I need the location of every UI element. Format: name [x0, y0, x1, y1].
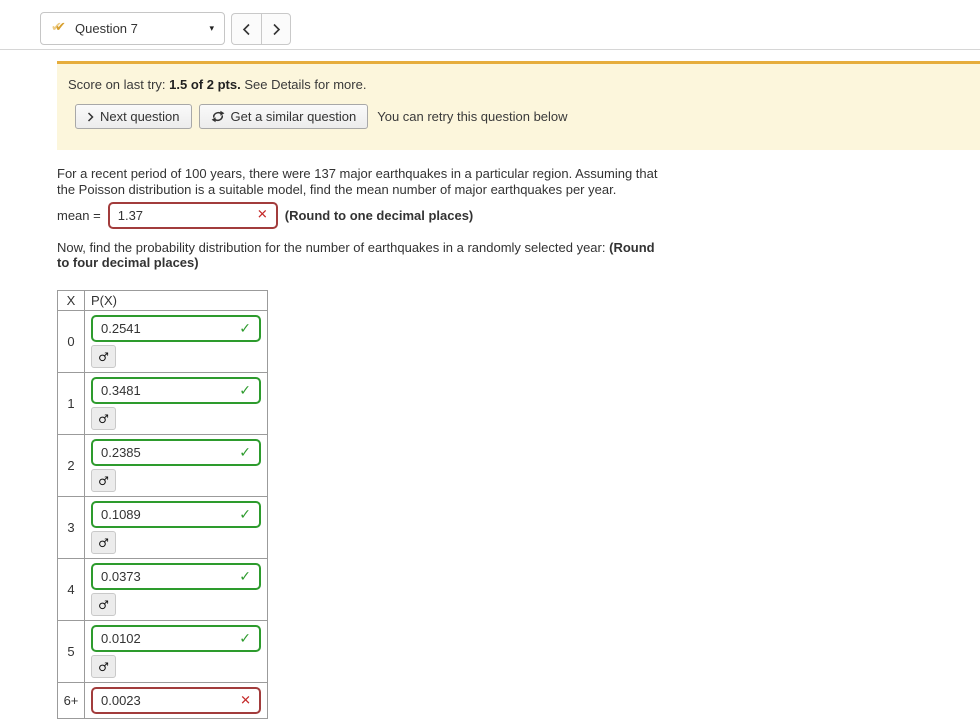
table-row: 3 ✓ ♂ [57, 496, 268, 560]
probability-input[interactable] [93, 693, 259, 709]
key-icon: ♂ [98, 349, 109, 364]
x-value: 6+ [57, 682, 85, 720]
key-icon: ♂ [98, 597, 109, 612]
x-value: 0 [57, 310, 85, 374]
probability-answer-box: ✓ [91, 625, 261, 653]
part2-text: Now, find the probability distribution f… [57, 239, 606, 255]
probability-table: X P(X) 0 ✓ ♂ 1 ✓ ♂ 2 ✓ ♂ 3 ✓ ♂ 4 ✓ ♂ 5 ✓ ♂ 6+ ✕ [57, 290, 268, 720]
key-icon: ♂ [98, 411, 109, 426]
chevron-right-icon [272, 23, 280, 35]
x-value: 4 [57, 558, 85, 622]
question-navigation-bar: ✔ ✔ Question 7 ▾ [0, 0, 980, 50]
key-button[interactable]: ♂ [91, 407, 116, 431]
table-row: 1 ✓ ♂ [57, 372, 268, 436]
chevron-right-icon [87, 111, 94, 122]
question-intro: For a recent period of 100 years, there … [57, 166, 658, 197]
probability-answer-box: ✓ [91, 501, 261, 529]
x-value: 3 [57, 496, 85, 560]
table-row: 4 ✓ ♂ [57, 558, 268, 622]
probability-answer-box: ✓ [91, 439, 261, 467]
probability-answer-box: ✓ [91, 315, 261, 343]
correct-check-icon: ✓ [239, 320, 251, 337]
score-value: 1.5 of 2 pts. [169, 77, 241, 92]
retry-text: You can retry this question below [377, 109, 568, 124]
key-icon: ♂ [98, 473, 109, 488]
key-button[interactable]: ♂ [91, 469, 116, 493]
probability-input[interactable] [93, 569, 259, 585]
quiz-page: ✔ ✔ Question 7 ▾ Score on last try: 1.5 o… [0, 0, 980, 722]
banner-actions: Next question Get a similar question You… [75, 104, 980, 129]
chevron-left-icon [242, 23, 250, 35]
probability-input[interactable] [93, 631, 259, 647]
key-icon: ♂ [98, 659, 109, 674]
question-part2: Now, find the probability distribution f… [57, 240, 757, 272]
next-question-arrow-button[interactable] [261, 13, 291, 45]
correct-check-icon: ✓ [239, 506, 251, 523]
probability-input[interactable] [93, 321, 259, 337]
probability-answer-box: ✓ [91, 563, 261, 591]
question-selector-label: Question 7 [75, 21, 138, 36]
score-text: Score on last try: 1.5 of 2 pts. See Det… [68, 77, 980, 92]
probability-answer-box: ✕ [91, 687, 261, 715]
key-button[interactable]: ♂ [91, 655, 116, 679]
probability-input[interactable] [93, 507, 259, 523]
mean-label: mean = [57, 207, 101, 223]
x-value: 5 [57, 620, 85, 684]
column-header-px: P(X) [84, 290, 268, 312]
mean-input[interactable] [109, 207, 276, 223]
incorrect-x-icon: ✕ [240, 693, 251, 709]
table-row: 0 ✓ ♂ [57, 310, 268, 374]
correct-check-icon: ✓ [239, 630, 251, 647]
get-similar-question-label: Get a similar question [230, 109, 357, 124]
score-prefix: Score on last try: [68, 77, 166, 92]
mean-rounding-hint: (Round to one decimal places) [284, 207, 474, 223]
table-header-row: X P(X) [57, 290, 268, 312]
key-button[interactable]: ♂ [91, 593, 116, 617]
question-nav-button-group [231, 13, 291, 45]
correct-check-icon: ✓ [239, 568, 251, 585]
question-selector-dropdown[interactable]: ✔ ✔ Question 7 ▾ [40, 12, 225, 45]
double-check-icon: ✔ ✔ [51, 20, 66, 35]
x-value: 2 [57, 434, 85, 498]
score-banner: Score on last try: 1.5 of 2 pts. See Det… [57, 61, 980, 150]
table-row: 5 ✓ ♂ [57, 620, 268, 684]
refresh-icon [211, 110, 224, 123]
table-row: 2 ✓ ♂ [57, 434, 268, 498]
table-row: 6+ ✕ [57, 682, 268, 720]
correct-check-icon: ✓ [239, 382, 251, 399]
mean-answer-row: mean = ✕ (Round to one decimal places) [57, 200, 757, 231]
chevron-down-icon: ▾ [209, 23, 214, 33]
x-value: 1 [57, 372, 85, 436]
mean-answer-box: ✕ [107, 201, 278, 229]
column-header-x: X [57, 290, 85, 312]
probability-input[interactable] [93, 383, 259, 399]
incorrect-x-icon: ✕ [256, 207, 268, 223]
score-suffix: See Details for more. [244, 77, 367, 92]
next-question-button[interactable]: Next question [75, 104, 192, 129]
question-body: For a recent period of 100 years, there … [57, 166, 757, 720]
probability-answer-box: ✓ [91, 377, 261, 405]
key-icon: ♂ [98, 535, 109, 550]
probability-input[interactable] [93, 445, 259, 461]
get-similar-question-button[interactable]: Get a similar question [198, 104, 369, 129]
previous-question-button[interactable] [231, 13, 261, 45]
key-button[interactable]: ♂ [91, 531, 116, 555]
correct-check-icon: ✓ [239, 444, 251, 461]
next-question-label: Next question [100, 109, 180, 124]
key-button[interactable]: ♂ [91, 345, 116, 369]
